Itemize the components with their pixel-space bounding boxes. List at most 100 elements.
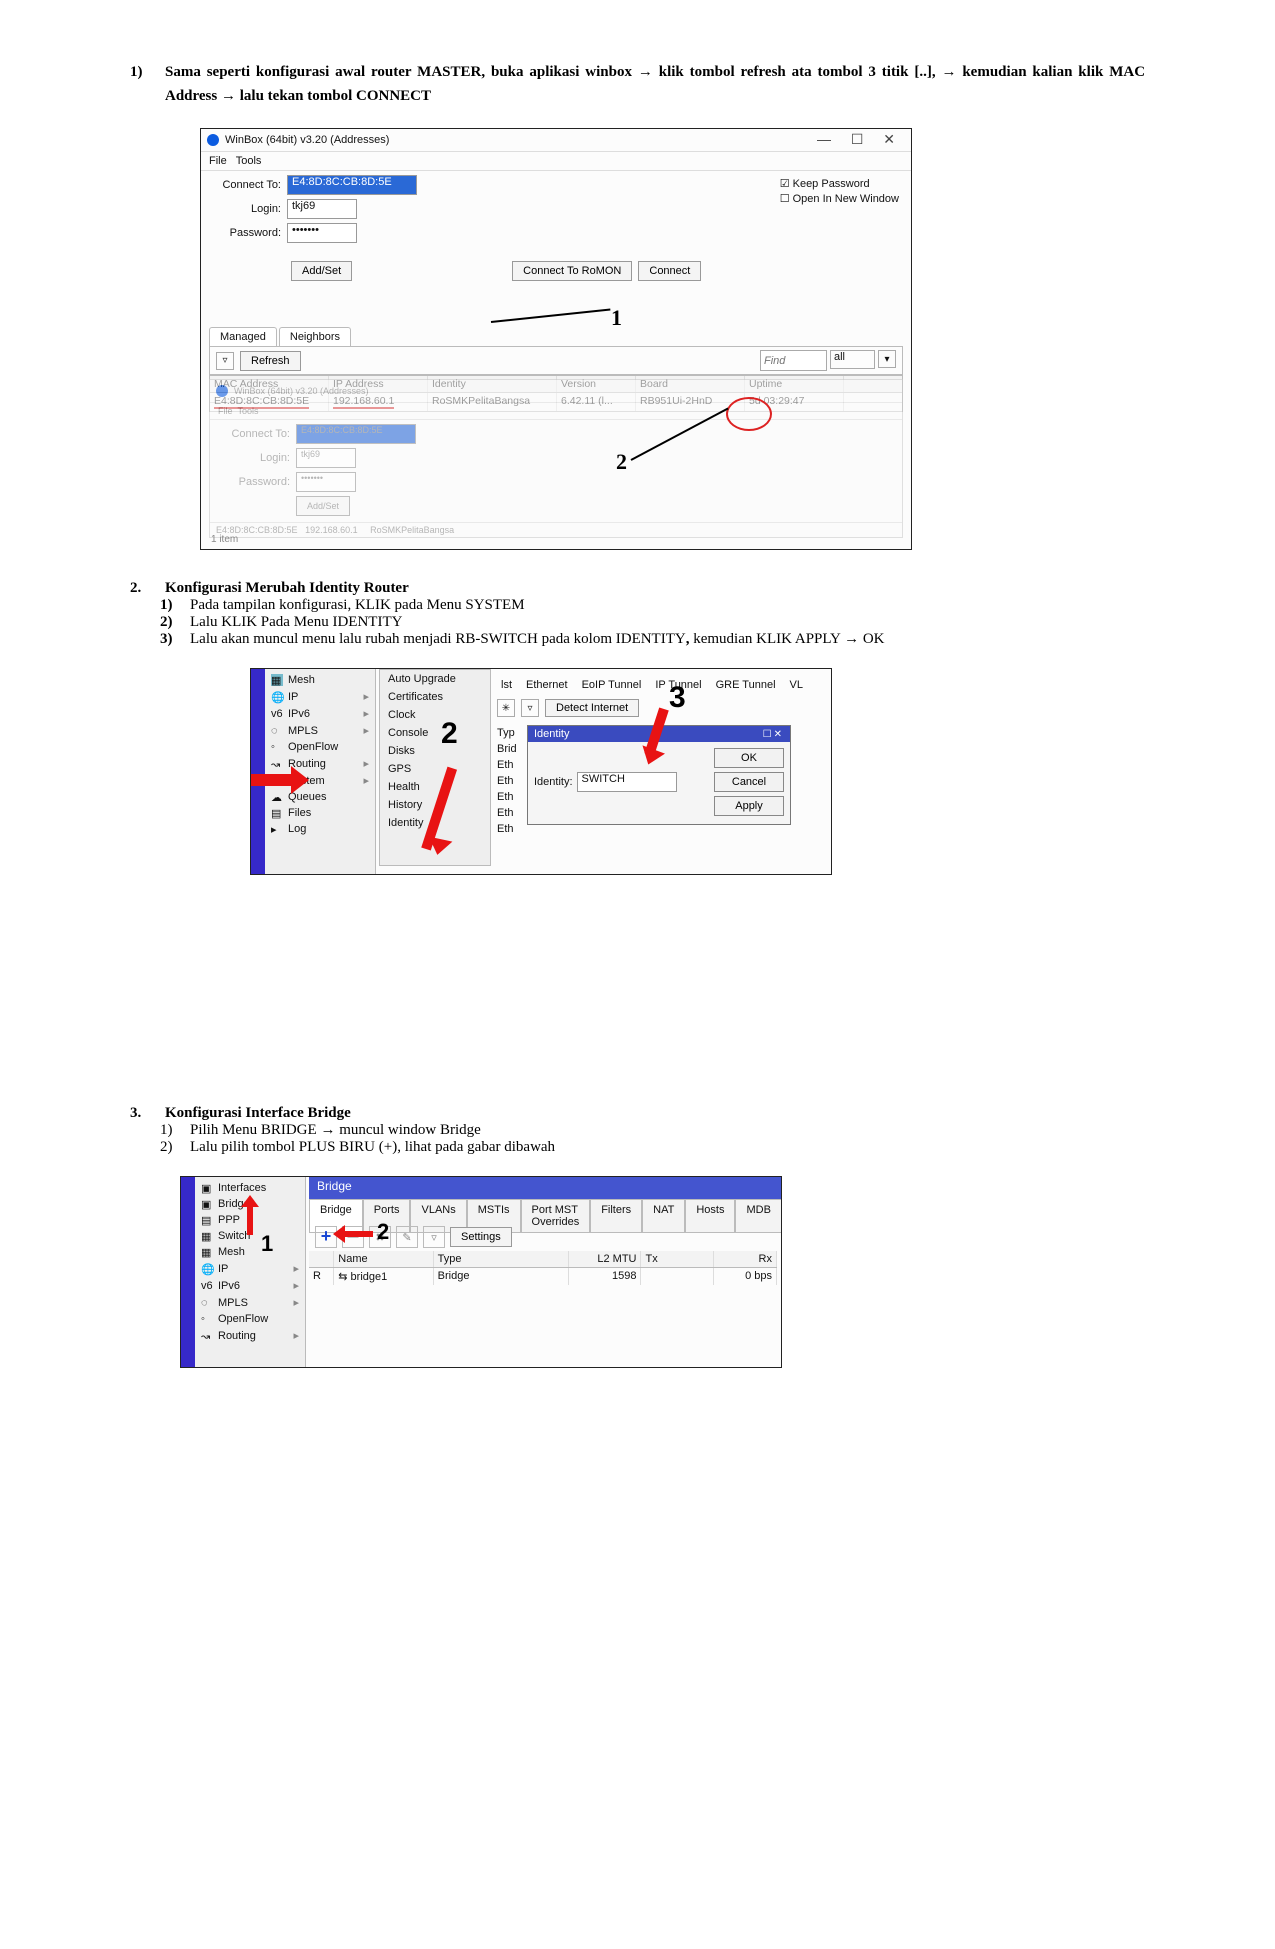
s2-i3-text: Lalu akan muncul menu lalu rubah menjadi… [190,631,1145,648]
tab-gre[interactable]: GRE Tunnel [712,677,780,693]
btn-add-set[interactable]: Add/Set [291,261,352,281]
arrow-icon: → [320,1122,335,1138]
btn-comment-icon[interactable]: ✎ [396,1226,418,1248]
menu-interfaces[interactable]: ▣Interfaces [195,1180,305,1196]
tab-list[interactable]: lst [497,677,516,693]
submenu-clock[interactable]: Clock [380,706,490,724]
menu-mpls-label: MPLS [218,1297,248,1309]
find-input[interactable] [760,350,827,371]
menu-routing[interactable]: ↝Routing▸ [265,755,375,772]
s3-item2: 2) Lalu pilih tombol PLUS BIRU (+), liha… [160,1139,1145,1156]
find-scope[interactable]: all [830,350,875,369]
menu-mesh[interactable]: ▦Mesh [265,672,375,688]
eth-list: Typ Brid Eth Eth Eth Eth Eth [497,725,517,837]
dropdown-icon[interactable]: ▾ [878,350,896,368]
col-tx[interactable]: Tx [641,1251,713,1267]
tab-ethernet[interactable]: Ethernet [522,677,572,693]
input-password[interactable]: ••••••• [287,223,357,243]
eth-row: Eth [497,773,517,789]
btn-settings[interactable]: Settings [450,1227,512,1247]
menu-mesh[interactable]: ▦Mesh [195,1244,305,1260]
ghost-val-login: tkj69 [296,448,356,468]
filter-icon[interactable]: ▿ [521,699,539,717]
window-controls[interactable]: — ☐ ✕ [817,131,903,148]
identity-dialog-title-text: Identity [534,728,569,740]
filter-icon[interactable]: ▿ [423,1226,445,1248]
menu-openflow[interactable]: ◦OpenFlow [265,739,375,755]
tab-nat[interactable]: NAT [642,1199,685,1233]
col-rx[interactable]: Rx [714,1251,777,1267]
btn-refresh[interactable]: Refresh [240,351,301,371]
btn-cancel[interactable]: Cancel [714,772,784,792]
menu-mpls[interactable]: ◌MPLS▸ [195,1294,305,1311]
table-row[interactable]: R ⇆ bridge1 Bridge 1598 0 bps [309,1268,777,1285]
chk-new-window[interactable]: ☐ Open In New Window [780,192,899,205]
tab-port-mst[interactable]: Port MST Overrides [521,1199,591,1233]
s3-item1: 1) Pilih Menu BRIDGE → muncul window Bri… [160,1122,1145,1139]
btn-detect-internet[interactable]: Detect Internet [545,699,639,717]
col-l2mtu[interactable]: L2 MTU [569,1251,641,1267]
filter-icon[interactable]: ▿ [216,352,234,370]
menu-openflow[interactable]: ◦OpenFlow [195,1311,305,1327]
ghost-title: WinBox (64bit) v3.20 (Addresses) [234,386,369,396]
tab-managed[interactable]: Managed [209,327,277,346]
tab-neighbors[interactable]: Neighbors [279,327,351,346]
identity-input[interactable]: SWITCH [577,772,677,792]
btn-ok[interactable]: OK [714,748,784,768]
submenu-certificates[interactable]: Certificates [380,688,490,706]
menu-ip[interactable]: 🌐IP▸ [195,1260,305,1277]
cell-rx: 0 bps [714,1268,777,1285]
chk-keep-password[interactable]: ☑ Keep Password [780,177,899,190]
step1-block: 1) Sama seperti konfigurasi awal router … [130,60,1145,108]
main-menu: ▦Mesh 🌐IP▸ v6IPv6▸ ◌MPLS▸ ◦OpenFlow ↝Rou… [265,669,376,874]
menu-ip[interactable]: 🌐IP▸ [265,688,375,705]
menu-mpls[interactable]: ◌MPLS▸ [265,722,375,739]
dialog-window-controls[interactable]: ☐✕ [763,729,784,740]
bridge-table: Name Type L2 MTU Tx Rx R ⇆ bridge1 Bridg… [309,1251,777,1285]
ghost-row: E4:8D:8C:CB:8D:5E 192.168.60.1 RoSMKPeli… [210,522,902,537]
label-password: Password: [211,227,281,239]
menu-ipv6[interactable]: v6IPv6▸ [195,1277,305,1294]
menu-files[interactable]: ▤Files [265,805,375,821]
menu-queues[interactable]: ☁Queues [265,789,375,805]
tab-eoip[interactable]: EoIP Tunnel [578,677,646,693]
submenu-gps[interactable]: GPS [380,760,490,778]
star-icon[interactable]: ✳ [497,699,515,717]
tab-filters[interactable]: Filters [590,1199,642,1233]
input-connect-to[interactable]: E4:8D:8C:CB:8D:5E [287,175,417,195]
tab-vlan[interactable]: VL [786,677,807,693]
menu-routing[interactable]: ↝Routing▸ [195,1327,305,1344]
tab-hosts[interactable]: Hosts [685,1199,735,1233]
submenu-health[interactable]: Health [380,778,490,796]
iface-tabs: lst Ethernet EoIP Tunnel IP Tunnel GRE T… [497,677,807,693]
btn-apply[interactable]: Apply [714,796,784,816]
section3-num: 3. [130,1105,165,1122]
eth-row: Eth [497,757,517,773]
cell-name: ⇆ bridge1 [334,1268,433,1285]
eth-row: Eth [497,821,517,837]
btn-connect[interactable]: Connect [638,261,701,281]
btn-connect-romon[interactable]: Connect To RoMON [512,261,632,281]
col-name[interactable]: Name [334,1251,433,1267]
submenu-disks[interactable]: Disks [380,742,490,760]
section2-title: Konfigurasi Merubah Identity Router [165,580,1145,597]
col-type[interactable]: Type [434,1251,570,1267]
s3-i1-text: Pilih Menu BRIDGE → muncul window Bridge [190,1122,1145,1139]
input-login[interactable]: tkj69 [287,199,357,219]
s2-item1: 1) Pada tampilan konfigurasi, KLIK pada … [160,597,1145,614]
menu-log[interactable]: ▸Log [265,821,375,837]
menu-tools[interactable]: Tools [236,155,262,167]
identity-field-row: Identity: SWITCH [534,748,706,816]
arrow-up-to-bridge [241,1195,259,1235]
menu-file[interactable]: File [209,155,227,167]
submenu-console[interactable]: Console [380,724,490,742]
menu-mpls-label: MPLS [288,725,318,737]
menu-ip-label: IP [218,1263,228,1275]
cell-type: Bridge [434,1268,570,1285]
step1-a: Sama seperti konfigurasi awal router MAS… [165,64,638,80]
callout-1: 1 [611,305,622,331]
submenu-auto-upgrade[interactable]: Auto Upgrade [380,670,490,688]
menu-ipv6[interactable]: v6IPv6▸ [265,705,375,722]
tab-mdb[interactable]: MDB [735,1199,781,1233]
s3-i2-text: Lalu pilih tombol PLUS BIRU (+), lihat p… [190,1139,1145,1156]
